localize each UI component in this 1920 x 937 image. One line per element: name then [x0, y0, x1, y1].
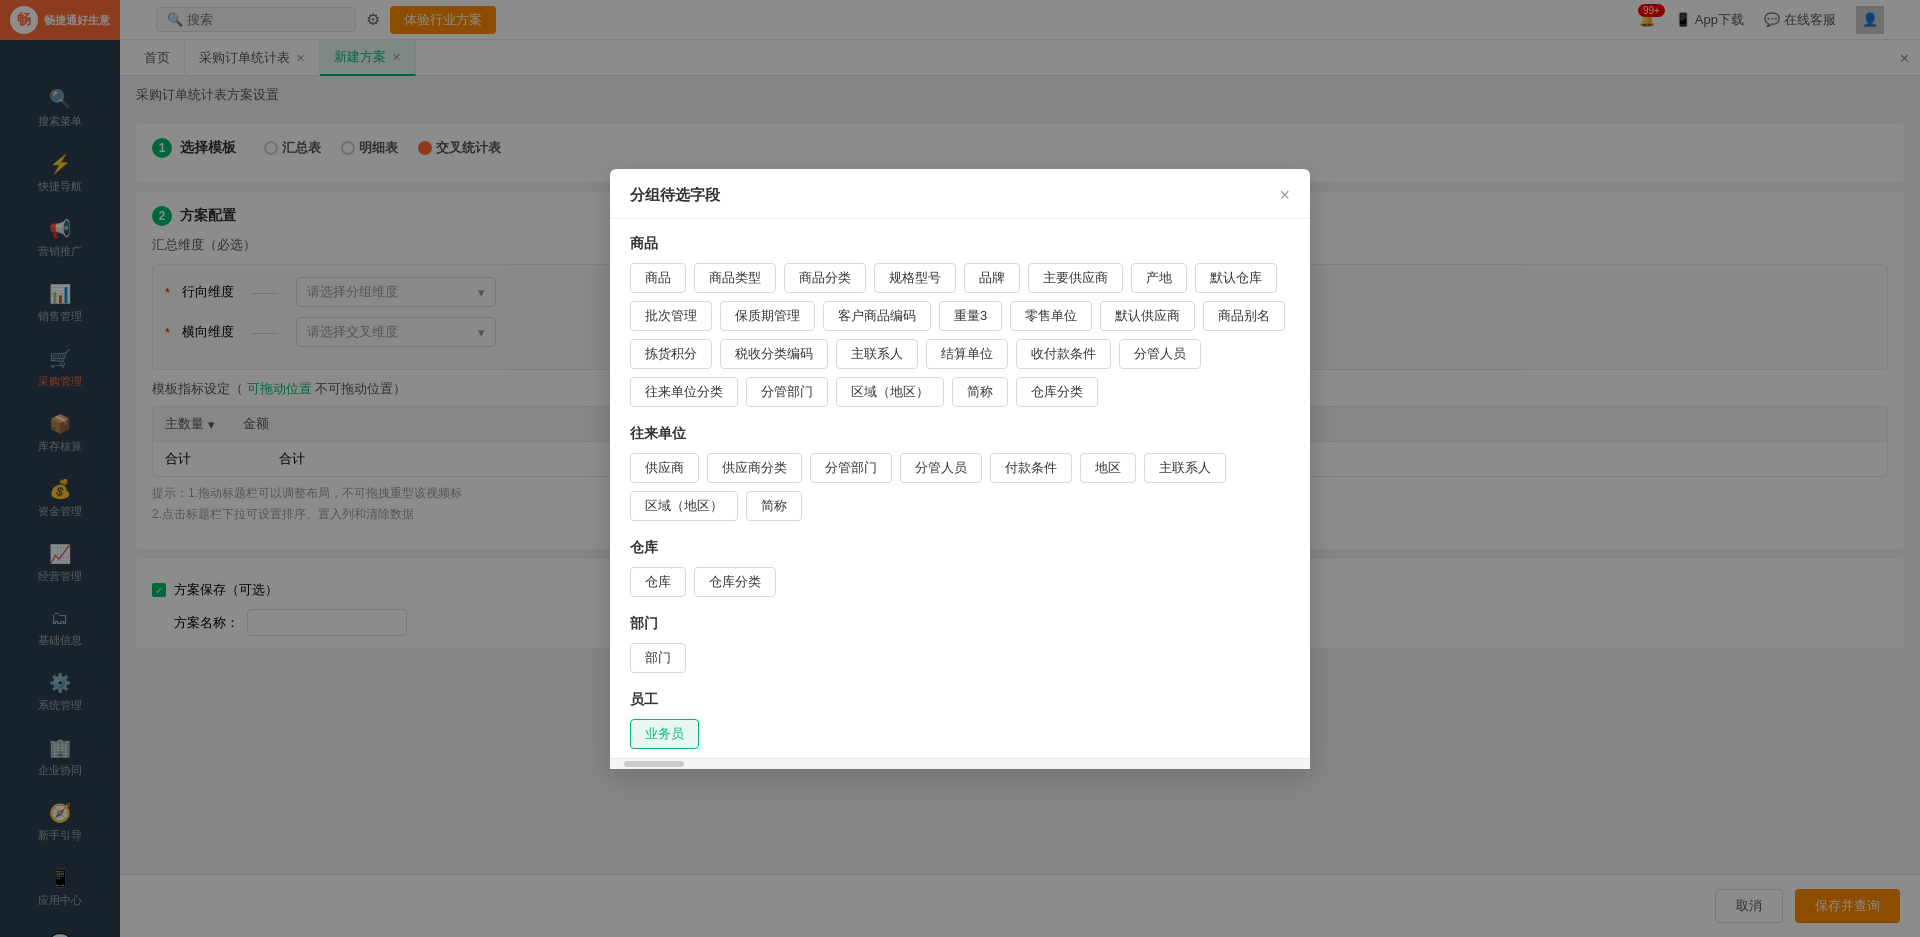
- field-tag-商品[interactable]: 商品: [630, 263, 686, 293]
- field-tag-产地[interactable]: 产地: [1131, 263, 1187, 293]
- field-group-warehouse: 仓库仓库仓库分类: [630, 539, 1290, 597]
- field-tag-分管人员[interactable]: 分管人员: [900, 453, 982, 483]
- modal-overlay: 分组待选字段 × 商品商品商品类型商品分类规格型号品牌主要供应商产地默认仓库批次…: [0, 0, 1920, 937]
- field-group-title-partner: 往来单位: [630, 425, 1290, 443]
- field-tag-品牌[interactable]: 品牌: [964, 263, 1020, 293]
- field-tag-仓库分类[interactable]: 仓库分类: [694, 567, 776, 597]
- field-tag-简称[interactable]: 简称: [952, 377, 1008, 407]
- field-tag-商品分类[interactable]: 商品分类: [784, 263, 866, 293]
- field-tag-商品类型[interactable]: 商品类型: [694, 263, 776, 293]
- field-tag-收付款条件[interactable]: 收付款条件: [1016, 339, 1111, 369]
- field-tag-默认供应商[interactable]: 默认供应商: [1100, 301, 1195, 331]
- field-tag-部门[interactable]: 部门: [630, 643, 686, 673]
- field-tags-partner: 供应商供应商分类分管部门分管人员付款条件地区主联系人区域（地区） 简称: [630, 453, 1290, 521]
- field-tag-分管部门[interactable]: 分管部门: [810, 453, 892, 483]
- field-tag-区域（地区）[interactable]: 区域（地区）: [836, 377, 944, 407]
- field-tag-仓库[interactable]: 仓库: [630, 567, 686, 597]
- field-tag-分管人员[interactable]: 分管人员: [1119, 339, 1201, 369]
- field-tags-goods: 商品商品类型商品分类规格型号品牌主要供应商产地默认仓库批次管理保质期管理客户商品…: [630, 263, 1290, 407]
- field-tag-主联系人[interactable]: 主联系人: [1144, 453, 1226, 483]
- field-tag-业务员[interactable]: 业务员: [630, 719, 699, 749]
- field-tag-分管部门[interactable]: 分管部门: [746, 377, 828, 407]
- field-group-partner: 往来单位供应商供应商分类分管部门分管人员付款条件地区主联系人区域（地区） 简称: [630, 425, 1290, 521]
- field-group-title-goods: 商品: [630, 235, 1290, 253]
- field-tags-employee: 业务员: [630, 719, 1290, 749]
- field-group-goods: 商品商品商品类型商品分类规格型号品牌主要供应商产地默认仓库批次管理保质期管理客户…: [630, 235, 1290, 407]
- field-tag-批次管理[interactable]: 批次管理: [630, 301, 712, 331]
- modal-title: 分组待选字段: [630, 186, 720, 205]
- field-tag-供应商分类[interactable]: 供应商分类: [707, 453, 802, 483]
- field-tag-付款条件[interactable]: 付款条件: [990, 453, 1072, 483]
- field-tag-结算单位[interactable]: 结算单位: [926, 339, 1008, 369]
- field-tag-简称[interactable]: 简称: [746, 491, 802, 521]
- field-tag-税收分类编码[interactable]: 税收分类编码: [720, 339, 828, 369]
- field-group-title-department: 部门: [630, 615, 1290, 633]
- field-group-title-warehouse: 仓库: [630, 539, 1290, 557]
- field-tag-往来单位分类[interactable]: 往来单位分类: [630, 377, 738, 407]
- field-tags-department: 部门: [630, 643, 1290, 673]
- field-tag-主要供应商[interactable]: 主要供应商: [1028, 263, 1123, 293]
- field-tag-区域（地区）[interactable]: 区域（地区）: [630, 491, 738, 521]
- field-tag-仓库分类[interactable]: 仓库分类: [1016, 377, 1098, 407]
- modal-body[interactable]: 商品商品商品类型商品分类规格型号品牌主要供应商产地默认仓库批次管理保质期管理客户…: [610, 219, 1310, 759]
- field-tag-保质期管理[interactable]: 保质期管理: [720, 301, 815, 331]
- field-group-employee: 员工业务员: [630, 691, 1290, 749]
- modal-dialog: 分组待选字段 × 商品商品商品类型商品分类规格型号品牌主要供应商产地默认仓库批次…: [610, 169, 1310, 769]
- modal-header: 分组待选字段 ×: [610, 169, 1310, 219]
- field-tag-客户商品编码[interactable]: 客户商品编码: [823, 301, 931, 331]
- field-tag-商品别名[interactable]: 商品别名: [1203, 301, 1285, 331]
- field-tag-主联系人[interactable]: 主联系人: [836, 339, 918, 369]
- field-tags-warehouse: 仓库仓库分类: [630, 567, 1290, 597]
- modal-close-button[interactable]: ×: [1279, 185, 1290, 206]
- field-tag-地区[interactable]: 地区: [1080, 453, 1136, 483]
- field-tag-拣货积分[interactable]: 拣货积分: [630, 339, 712, 369]
- field-tag-规格型号[interactable]: 规格型号: [874, 263, 956, 293]
- field-group-department: 部门部门: [630, 615, 1290, 673]
- field-tag-零售单位[interactable]: 零售单位: [1010, 301, 1092, 331]
- field-tag-重量3[interactable]: 重量3: [939, 301, 1002, 331]
- field-tag-供应商[interactable]: 供应商: [630, 453, 699, 483]
- modal-scrollbar[interactable]: [610, 758, 1310, 768]
- field-tag-默认仓库[interactable]: 默认仓库: [1195, 263, 1277, 293]
- field-group-title-employee: 员工: [630, 691, 1290, 709]
